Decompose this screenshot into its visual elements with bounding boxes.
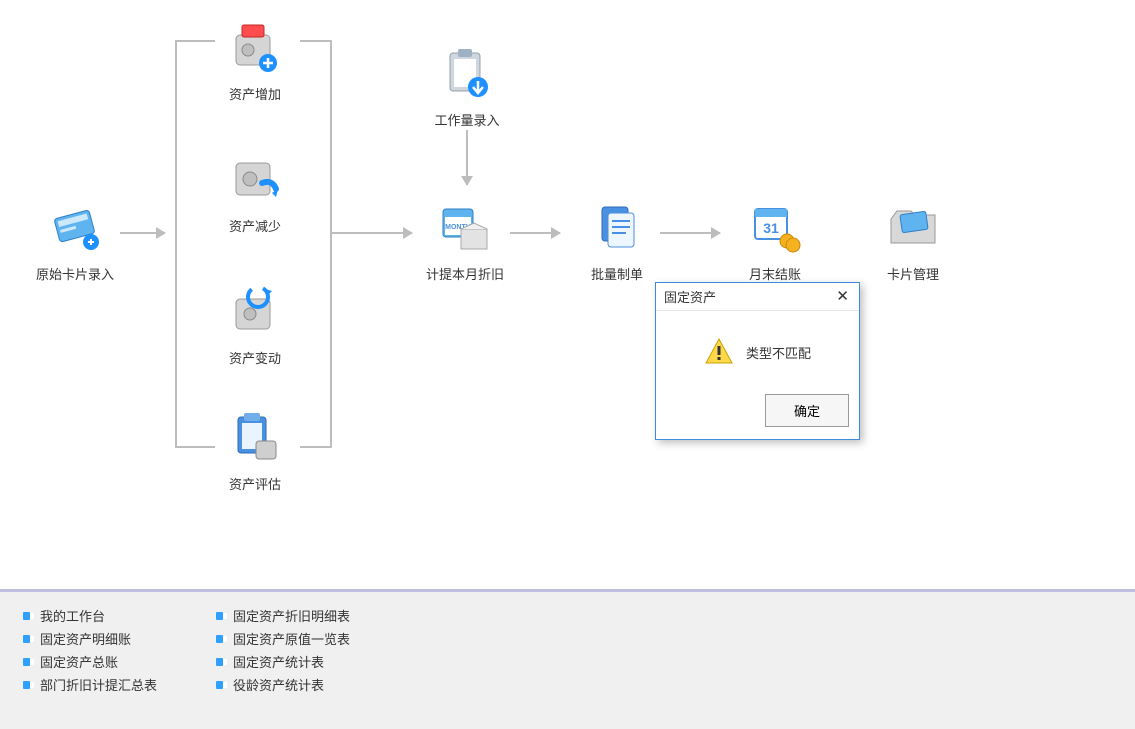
link-column-1: 我的工作台 固定资产明细账 固定资产总账 部门折旧计提汇总表 [24,606,157,715]
close-icon[interactable]: ✕ [834,289,851,304]
svg-text:31: 31 [763,220,779,236]
node-label: 原始卡片录入 [30,264,120,283]
workflow-canvas: 原始卡片录入 资产增加 资产减少 [0,0,1135,580]
bullet-icon [24,659,34,665]
dialog-footer: 确定 [656,386,859,439]
connector [300,40,330,42]
link-label: 固定资产折旧明细表 [233,606,350,625]
link-fa-stats[interactable]: 固定资产统计表 [217,652,350,671]
link-fa-general-ledger[interactable]: 固定资产总账 [24,652,157,671]
node-batch-voucher[interactable]: 批量制单 [572,198,662,283]
node-label: 计提本月折旧 [420,264,510,283]
node-label: 资产变动 [210,348,300,367]
link-label: 役龄资产统计表 [233,675,324,694]
safe-change-icon [225,282,285,342]
folder-card-icon [883,198,943,258]
node-asset-eval[interactable]: 资产评估 [210,408,300,493]
safe-reduce-icon [225,150,285,210]
connector [120,232,165,234]
card-icon [45,198,105,258]
clipboard-eval-icon [225,408,285,468]
calendar-box-icon: MONTH [435,198,495,258]
link-column-2: 固定资产折旧明细表 固定资产原值一览表 固定资产统计表 役龄资产统计表 [217,606,350,715]
node-month-end[interactable]: 31 月末结账 [730,198,820,283]
link-service-age-stats[interactable]: 役龄资产统计表 [217,675,350,694]
bullet-icon [24,613,34,619]
link-label: 固定资产原值一览表 [233,629,350,648]
connector [175,40,177,448]
documents-icon [587,198,647,258]
bullet-icon [24,682,34,688]
ok-button[interactable]: 确定 [765,394,849,427]
bottom-link-panel: 我的工作台 固定资产明细账 固定资产总账 部门折旧计提汇总表 固定资产折旧明细表… [0,589,1135,729]
link-fa-original-value[interactable]: 固定资产原值一览表 [217,629,350,648]
connector [466,130,468,185]
link-fa-depr-detail[interactable]: 固定资产折旧明细表 [217,606,350,625]
connector [300,446,330,448]
node-original-card-entry[interactable]: 原始卡片录入 [30,198,120,283]
node-workload-entry[interactable]: 工作量录入 [422,44,512,129]
connector [332,232,412,234]
node-label: 资产减少 [210,216,300,235]
connector [660,232,720,234]
node-depreciation[interactable]: MONTH 计提本月折旧 [420,198,510,283]
dialog-message: 类型不匹配 [746,343,811,362]
link-label: 我的工作台 [40,606,105,625]
bullet-icon [217,659,227,665]
node-label: 月末结账 [730,264,820,283]
clipboard-download-icon [437,44,497,104]
safe-add-icon [225,18,285,78]
dialog-body: 类型不匹配 [656,311,859,386]
link-my-workbench[interactable]: 我的工作台 [24,606,157,625]
dialog-titlebar: 固定资产 ✕ [656,283,859,311]
bullet-icon [24,636,34,642]
node-label: 资产评估 [210,474,300,493]
bullet-icon [217,636,227,642]
node-label: 工作量录入 [422,110,512,129]
connector [510,232,560,234]
dialog-title-text: 固定资产 [664,287,716,306]
link-fa-detail-ledger[interactable]: 固定资产明细账 [24,629,157,648]
node-card-manage[interactable]: 卡片管理 [868,198,958,283]
calendar-coins-icon: 31 [745,198,805,258]
node-label: 卡片管理 [868,264,958,283]
node-asset-add[interactable]: 资产增加 [210,18,300,103]
connector [175,446,215,448]
bullet-icon [217,682,227,688]
link-label: 部门折旧计提汇总表 [40,675,157,694]
node-asset-reduce[interactable]: 资产减少 [210,150,300,235]
node-asset-change[interactable]: 资产变动 [210,282,300,367]
link-dept-depr-summary[interactable]: 部门折旧计提汇总表 [24,675,157,694]
connector [175,40,215,42]
link-label: 固定资产统计表 [233,652,324,671]
link-label: 固定资产总账 [40,652,118,671]
bullet-icon [217,613,227,619]
node-label: 资产增加 [210,84,300,103]
link-label: 固定资产明细账 [40,629,131,648]
node-label: 批量制单 [572,264,662,283]
warning-icon [704,337,734,368]
connector [330,40,332,448]
message-dialog: 固定资产 ✕ 类型不匹配 确定 [655,282,860,440]
